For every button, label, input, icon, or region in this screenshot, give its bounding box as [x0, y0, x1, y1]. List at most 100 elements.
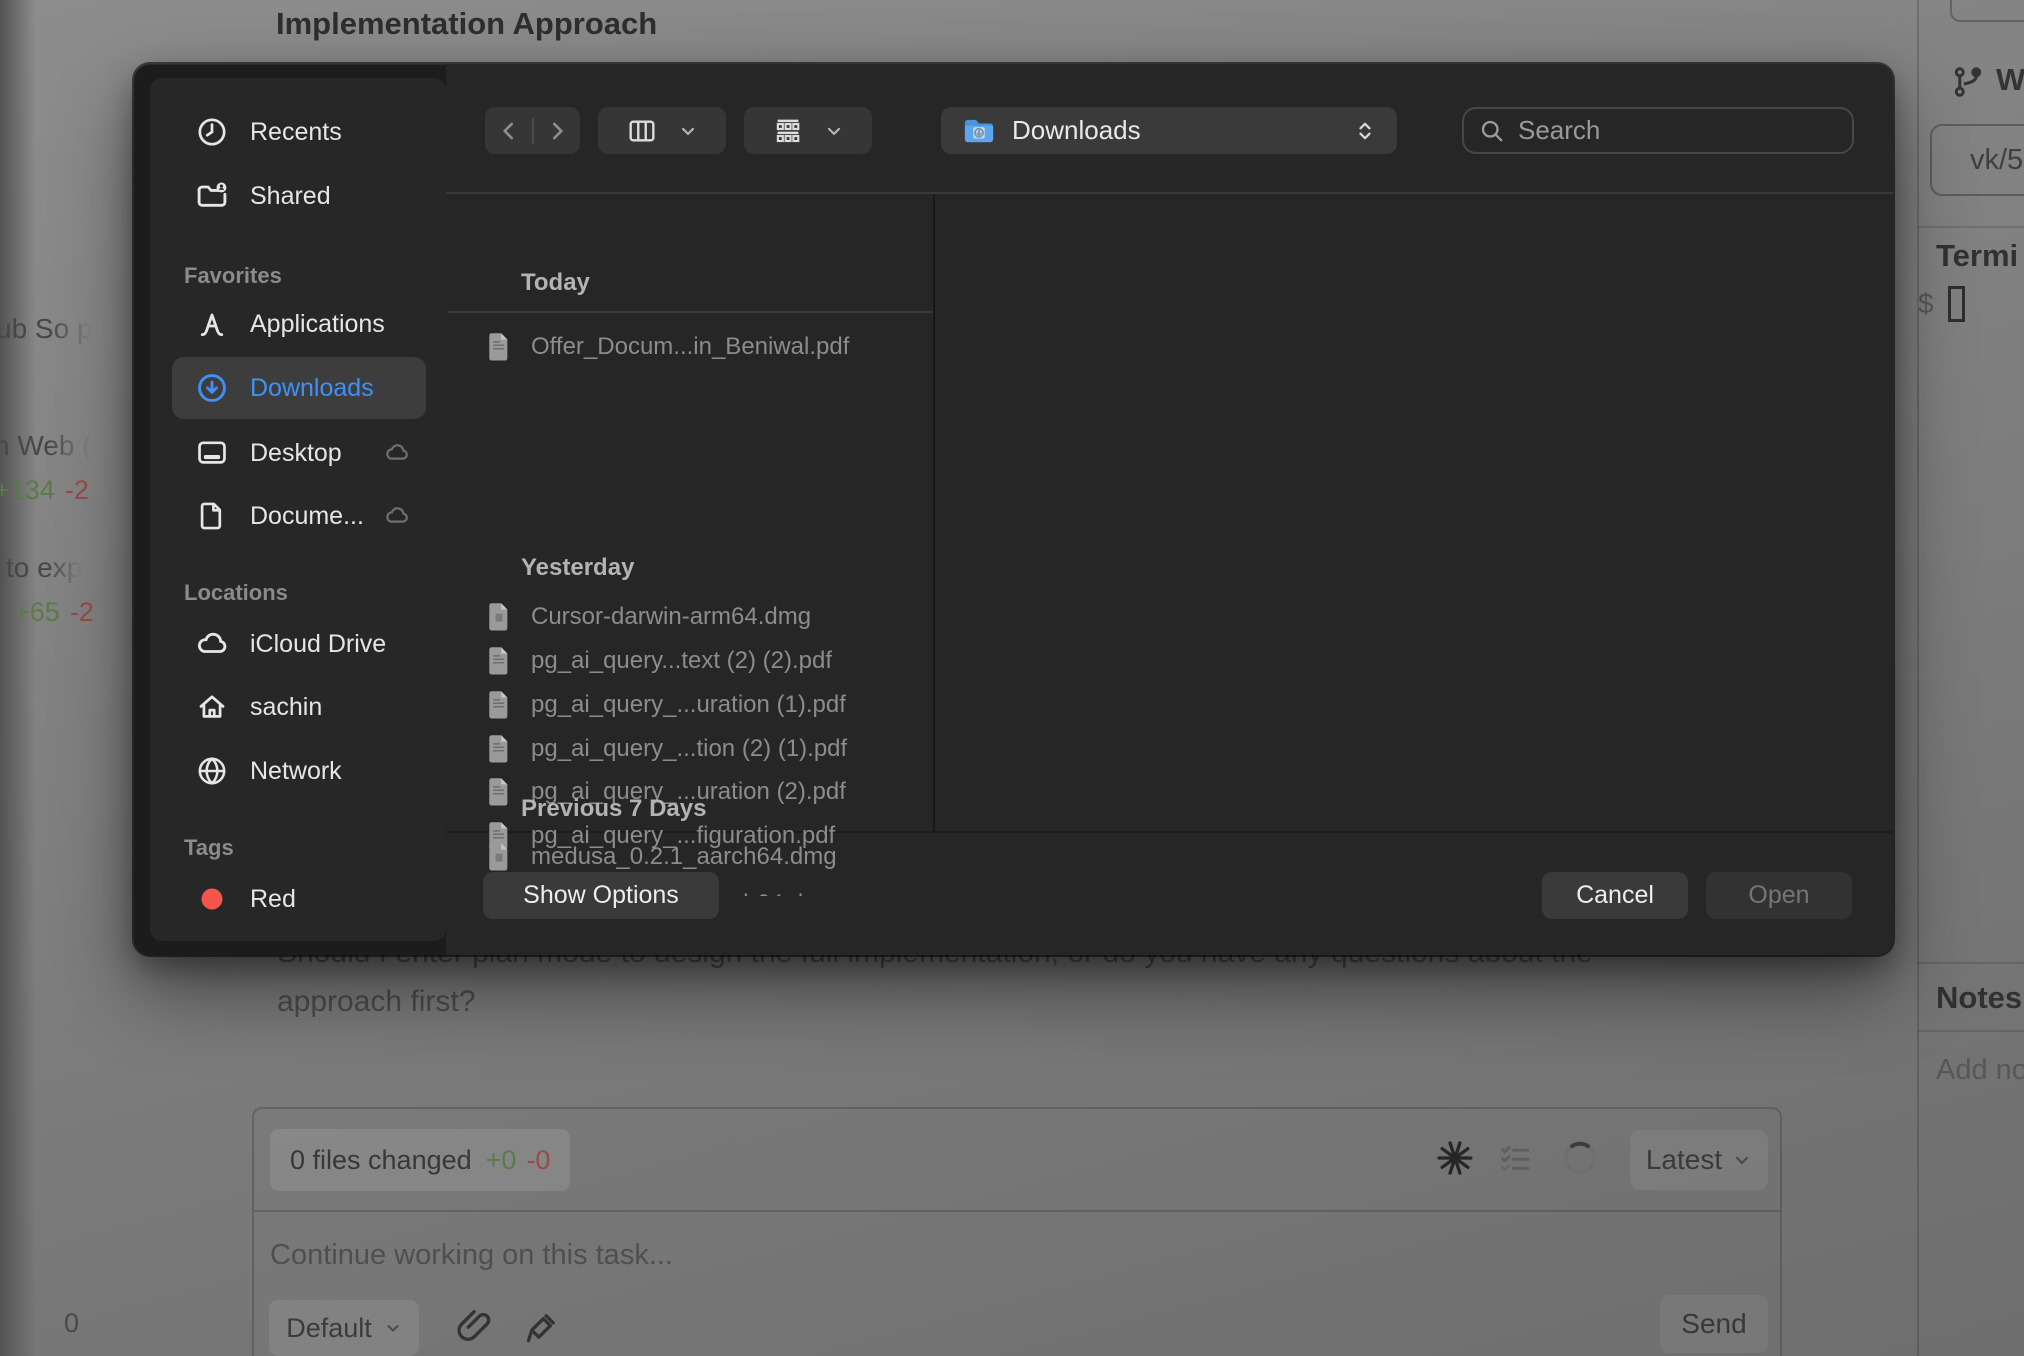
cancel-button[interactable]: Cancel — [1542, 872, 1688, 919]
red-tag-icon — [190, 885, 234, 913]
diff-removed: -2 — [69, 597, 94, 627]
file-row[interactable]: pg_ai_query_...tion (2) (1).pdf — [485, 727, 925, 771]
sidebar-item-network[interactable]: Network — [172, 740, 426, 802]
sidebar-section-favorites: Favorites — [184, 263, 282, 288]
columns-icon — [626, 115, 658, 147]
sidebar-item-home[interactable]: sachin — [172, 676, 426, 738]
clipped-text: n Web ( — [0, 430, 92, 461]
divider — [1918, 226, 2024, 228]
clipped-text: to exp — [6, 552, 83, 583]
sidebar-item-applications[interactable]: Applications — [172, 293, 426, 355]
show-options-button[interactable]: Show Options — [483, 872, 719, 919]
file-icon — [485, 841, 513, 873]
pen-icon[interactable] — [522, 1305, 560, 1343]
left-edge-shade — [0, 0, 36, 1356]
desktop-icon — [190, 436, 234, 470]
nav-buttons[interactable] — [485, 107, 580, 154]
sidebar-item-tag-red[interactable]: Red — [172, 868, 426, 930]
sidebar-item-label: iCloud Drive — [250, 629, 387, 658]
file-name: pg_ai_query_...uration (1).pdf — [531, 691, 846, 718]
sidebar-section-locations: Locations — [184, 580, 288, 605]
shared-folder-icon — [190, 178, 234, 214]
file-row[interactable]: pg_ai_query_...uration (1).pdf — [485, 683, 925, 727]
file-row[interactable]: Offer_Docum...in_Beniwal.pdf — [485, 325, 925, 369]
column-divider — [933, 194, 935, 831]
version-dropdown[interactable]: Latest — [1630, 1130, 1768, 1190]
file-row[interactable]: pg_ai_query...text (2) (2).pdf — [485, 639, 925, 683]
diff-added: +65 — [14, 597, 60, 627]
screen: Implementation Approach ub So p n Web ( … — [0, 0, 2024, 1356]
group-header-yesterday: Yesterday — [521, 554, 635, 581]
chevron-down-icon — [1732, 1150, 1752, 1170]
view-mode-button[interactable] — [598, 107, 726, 154]
group-header-today: Today — [521, 269, 590, 296]
files-changed-badge[interactable]: 0 files changed +0 -0 — [270, 1129, 571, 1191]
file-name: medusa_0.2.1_aarch64.dmg — [531, 843, 837, 870]
file-icon — [485, 776, 513, 808]
forward-icon[interactable] — [544, 118, 570, 144]
file-open-dialog: Recents Shared Favorites Applications Do… — [134, 64, 1893, 955]
divider — [531, 117, 534, 144]
clock-icon — [190, 115, 234, 149]
sidebar-item-icloud[interactable]: iCloud Drive — [172, 613, 426, 675]
spinner-icon — [1560, 1138, 1598, 1176]
composer-header: 0 files changed +0 -0 Latest — [254, 1109, 1780, 1212]
sidebar-item-label: Docume... — [250, 501, 364, 530]
group-by-button[interactable] — [744, 107, 872, 154]
sidebar-item-label: Network — [250, 756, 342, 785]
clipped-input-box[interactable] — [1950, 0, 2024, 22]
diff-stat: +65 -2 — [14, 597, 94, 628]
paperclip-icon[interactable] — [454, 1305, 492, 1343]
sidebar-item-label: Red — [250, 884, 296, 913]
chevron-up-down-icon — [1353, 119, 1377, 143]
chevron-down-icon — [384, 1319, 402, 1337]
send-button[interactable]: Send — [1660, 1295, 1768, 1353]
document-icon — [190, 499, 234, 533]
branch-input[interactable]: vk/5 — [1930, 124, 2024, 196]
divider — [1918, 962, 2024, 964]
notes-title: Notes — [1936, 980, 2023, 1015]
search-icon — [1478, 117, 1506, 145]
file-row[interactable]: Cursor-darwin-arm64.dmg — [485, 595, 925, 639]
sidebar-item-label: sachin — [250, 692, 323, 721]
file-icon — [485, 331, 513, 363]
sidebar-item-label: Applications — [250, 309, 385, 338]
chat-input[interactable]: Continue working on this task... — [270, 1239, 673, 1272]
divider — [446, 192, 1893, 194]
divider — [1918, 1030, 2024, 1032]
location-dropdown[interactable]: Downloads — [941, 107, 1397, 154]
back-icon[interactable] — [496, 118, 522, 144]
chevron-down-icon — [678, 121, 698, 141]
diff-stat: +134 -2 — [0, 475, 89, 506]
group-icon — [772, 115, 804, 147]
sidebar-item-recents[interactable]: Recents — [172, 101, 426, 163]
blue-folder-icon — [961, 113, 997, 149]
search-input[interactable] — [1516, 114, 1820, 147]
notes-input[interactable]: Add no — [1936, 1054, 2024, 1087]
diff-added: +134 — [0, 475, 55, 505]
files-changed-label: 0 files changed — [290, 1144, 472, 1175]
sidebar-item-downloads[interactable]: Downloads — [172, 357, 426, 419]
dialog-sidebar: Recents Shared Favorites Applications Do… — [150, 78, 446, 941]
divider — [447, 311, 933, 313]
clipped-text: ub So p — [0, 313, 93, 344]
sidebar-item-documents[interactable]: Docume... — [172, 485, 426, 547]
cloud-icon — [190, 626, 234, 662]
starburst-icon[interactable] — [1436, 1139, 1474, 1177]
version-label: Latest — [1645, 1144, 1723, 1175]
search-field[interactable] — [1462, 107, 1854, 154]
sidebar-item-shared[interactable]: Shared — [172, 165, 426, 227]
sidebar-item-desktop[interactable]: Desktop — [172, 422, 426, 484]
sidebar-item-label: Shared — [250, 181, 331, 210]
diff-removed: -2 — [64, 475, 89, 505]
diff-removed: -0 — [526, 1144, 551, 1175]
open-button[interactable]: Open — [1706, 872, 1852, 919]
location-label: Downloads — [1012, 115, 1141, 145]
chat-composer: 0 files changed +0 -0 Latest Continue wo… — [252, 1107, 1782, 1356]
checklist-icon[interactable] — [1497, 1141, 1535, 1179]
diff-added: +0 — [485, 1144, 517, 1175]
model-dropdown[interactable]: Default — [269, 1300, 419, 1356]
terminal-cursor — [1948, 286, 1965, 322]
scroll-count: 0 — [64, 1308, 80, 1338]
appstore-icon — [190, 307, 234, 341]
